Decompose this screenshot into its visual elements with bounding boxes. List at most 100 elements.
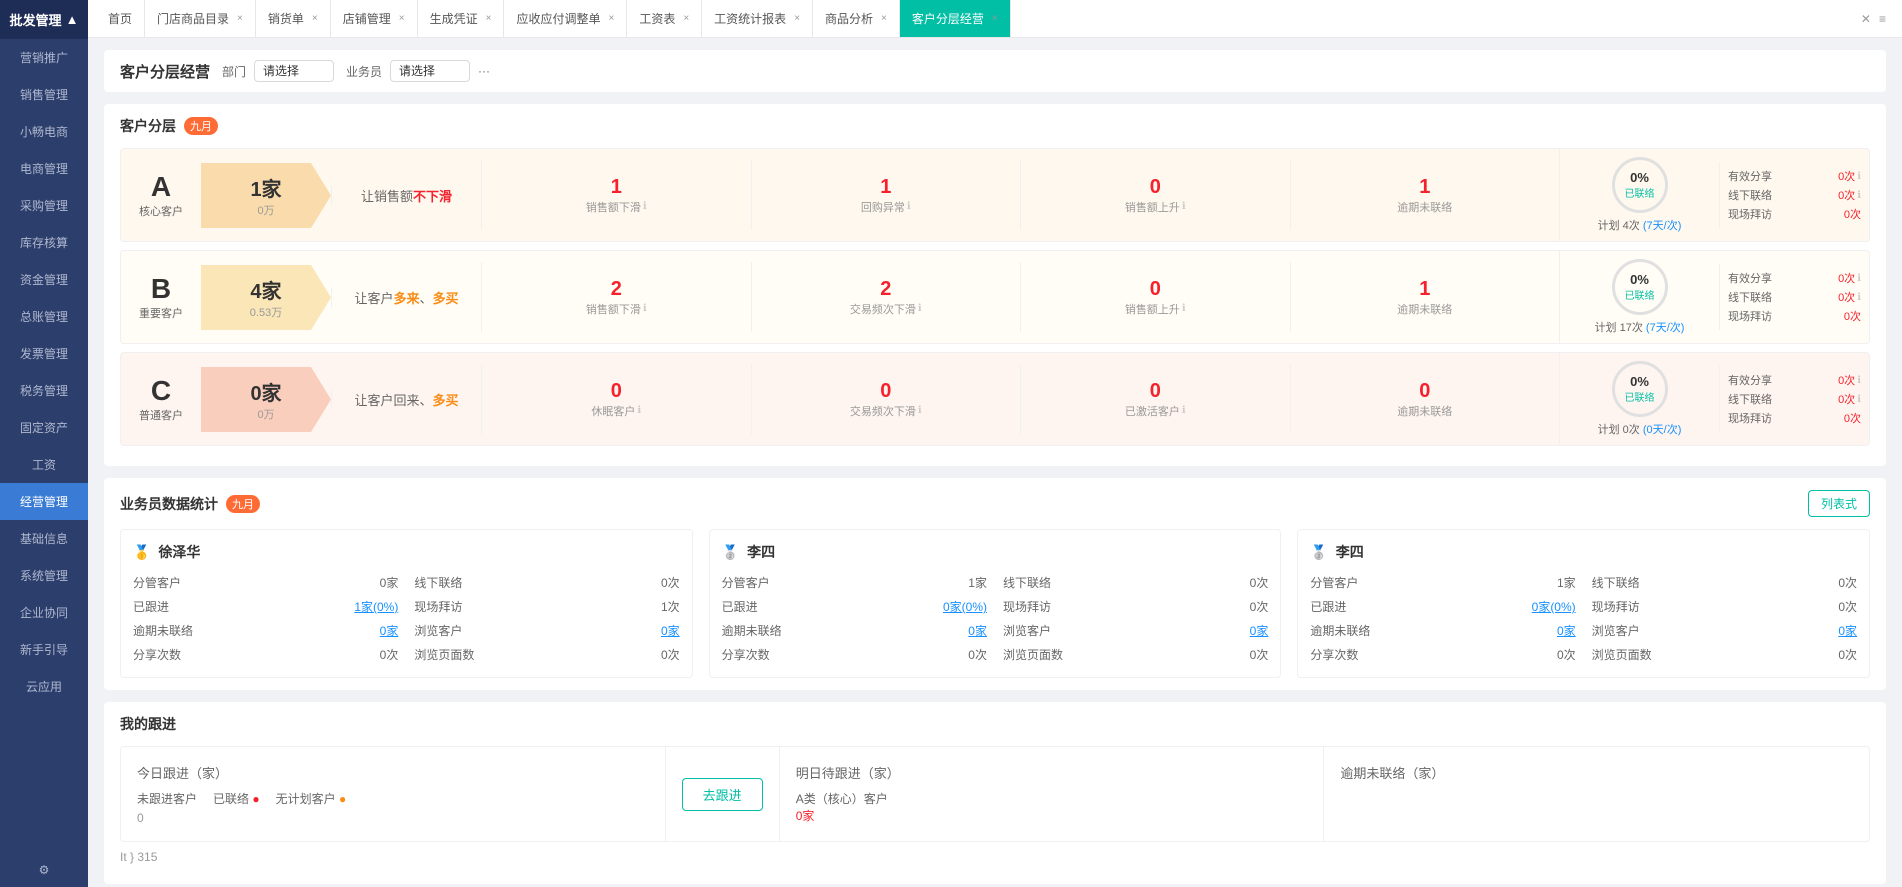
contact-freq-link-B[interactable]: (7天/次) [1646, 322, 1685, 334]
tab-close-生成凭证[interactable]: × [486, 13, 492, 24]
sidebar-item-企业协同[interactable]: 企业协同 [0, 594, 88, 631]
sidebar-item-固定资产[interactable]: 固定资产 [0, 409, 88, 446]
sidebar-item-电商管理[interactable]: 电商管理 [0, 150, 88, 187]
tab-商品分析[interactable]: 商品分析× [813, 0, 900, 38]
tab-close-商品分析[interactable]: × [881, 13, 887, 24]
tier-stat-A-1[interactable]: 1回购异常ℹ [752, 160, 1022, 230]
info-icon[interactable]: ℹ [643, 201, 647, 212]
more-icon[interactable]: ··· [478, 64, 490, 78]
tier-stat-B-3[interactable]: 1逾期未联络 [1291, 262, 1560, 332]
tab-close-销货单[interactable]: × [312, 13, 318, 24]
staff-stat-link-r-1-2[interactable]: 0家 [1250, 622, 1269, 639]
today-followup-stats: 未跟进客户 已联络 ● 无计划客户 ● [137, 790, 649, 807]
tier-stat-A-2[interactable]: 0销售额上升ℹ [1021, 160, 1291, 230]
main-area: 首页门店商品目录×销货单×店铺管理×生成凭证×应收应付调整单×工资表×工资统计报… [88, 0, 1902, 887]
today-followup-card: 今日跟进（家） 未跟进客户 已联络 ● 无计划客户 ● 0 [121, 747, 666, 841]
tab-销货单[interactable]: 销货单× [256, 0, 331, 38]
info-icon[interactable]: ℹ [643, 303, 647, 314]
sidebar-item-总账管理[interactable]: 总账管理 [0, 298, 88, 335]
tab-close-工资表[interactable]: × [683, 13, 689, 24]
go-followup-btn[interactable]: 去跟进 [682, 778, 763, 811]
tab-店铺管理[interactable]: 店铺管理× [331, 0, 418, 38]
tab-生成凭证[interactable]: 生成凭证× [418, 0, 505, 38]
info-icon[interactable]: ℹ [637, 405, 641, 416]
staff-stat-link-1-1[interactable]: 0家(0%) [943, 598, 987, 615]
staff-right-label-2-3: 浏览页面数 [1592, 646, 1652, 663]
tab-menu-icon[interactable]: ≡ [1879, 12, 1886, 26]
sidebar-item-云应用[interactable]: 云应用 [0, 668, 88, 705]
tab-工资统计报表[interactable]: 工资统计报表× [702, 0, 813, 38]
followup-section: 我的跟进 今日跟进（家） 未跟进客户 已联络 ● 无计划客户 ● 0 去跟进 明… [104, 702, 1886, 884]
sidebar-item-新手引导[interactable]: 新手引导 [0, 631, 88, 668]
sidebar-item-库存核算[interactable]: 库存核算 [0, 224, 88, 261]
staff-grid: 🥇徐泽华分管客户0家已跟进1家(0%)逾期未联络0家分享次数0次线下联络0次现场… [120, 529, 1870, 678]
tier-stat-A-0[interactable]: 1销售额下滑ℹ [482, 160, 752, 230]
tab-close-应收应付调整单[interactable]: × [608, 13, 614, 24]
sidebar-item-小畅电商[interactable]: 小畅电商 [0, 113, 88, 150]
tab-close-门店商品目录[interactable]: × [237, 13, 243, 24]
tab-close-all-icon[interactable]: ✕ [1861, 12, 1871, 26]
sidebar-settings[interactable]: ⚙ [0, 853, 88, 887]
info-icon[interactable]: ℹ [1182, 201, 1186, 212]
sidebar-item-营销推广[interactable]: 营销推广 [0, 39, 88, 76]
sidebar-item-工资[interactable]: 工资 [0, 446, 88, 483]
tab-close-工资统计报表[interactable]: × [794, 13, 800, 24]
info-icon[interactable]: ℹ [918, 405, 922, 416]
sidebar-item-发票管理[interactable]: 发票管理 [0, 335, 88, 372]
contact-freq-link-C[interactable]: (0天/次) [1643, 424, 1682, 436]
side-stat-C-1: 线下联络0次ℹ [1728, 391, 1861, 407]
tab-应收应付调整单[interactable]: 应收应付调整单× [504, 0, 627, 38]
tab-close-客户分层经营[interactable]: × [992, 13, 998, 24]
sidebar-item-基础信息[interactable]: 基础信息 [0, 520, 88, 557]
sidebar-item-系统管理[interactable]: 系统管理 [0, 557, 88, 594]
staff-stat-link-r-2-2[interactable]: 0家 [1838, 622, 1857, 639]
info-icon[interactable]: ℹ [1857, 375, 1861, 386]
info-icon[interactable]: ℹ [1857, 190, 1861, 201]
info-icon[interactable]: ℹ [907, 201, 911, 212]
staff-stat-link-2-2[interactable]: 0家 [1557, 622, 1576, 639]
sidebar-item-资金管理[interactable]: 资金管理 [0, 261, 88, 298]
sidebar-collapse-icon[interactable]: ▲ [66, 12, 79, 27]
info-icon[interactable]: ℹ [1182, 405, 1186, 416]
tab-label-工资表: 工资表 [639, 10, 675, 27]
info-icon[interactable]: ℹ [1857, 273, 1861, 284]
tier-stat-B-2[interactable]: 0销售额上升ℹ [1021, 262, 1291, 332]
staff-stat-link-0-2[interactable]: 0家 [380, 622, 399, 639]
side-stat-A-1: 线下联络0次ℹ [1728, 187, 1861, 203]
contact-freq-link-A[interactable]: (7天/次) [1643, 220, 1682, 232]
sidebar-logo[interactable]: 批发管理 ▲ [0, 0, 88, 39]
info-icon[interactable]: ℹ [1857, 171, 1861, 182]
dept-select[interactable]: 请选择 [254, 60, 334, 82]
customer-tier-section: 客户分层 九月 A核心客户1家0万让销售额不下滑1销售额下滑ℹ1回购异常ℹ0销售… [104, 104, 1886, 466]
staff-stat-link-2-1[interactable]: 0家(0%) [1532, 598, 1576, 615]
tab-工资表[interactable]: 工资表 × [627, 0, 702, 38]
info-icon[interactable]: ℹ [1857, 292, 1861, 303]
tier-stat-A-3[interactable]: 1逾期未联络 [1291, 160, 1560, 230]
info-icon[interactable]: ℹ [1182, 303, 1186, 314]
info-icon[interactable]: ℹ [1857, 394, 1861, 405]
staff-left-row-2-1: 已跟进0家(0%) [1310, 596, 1575, 617]
sidebar-item-销售管理[interactable]: 销售管理 [0, 76, 88, 113]
sidebar-item-采购管理[interactable]: 采购管理 [0, 187, 88, 224]
tab-门店商品目录[interactable]: 门店商品目录× [145, 0, 256, 38]
tab-首页[interactable]: 首页 [96, 0, 145, 38]
tier-stat-B-1[interactable]: 2交易频次下滑ℹ [752, 262, 1022, 332]
tab-close-店铺管理[interactable]: × [399, 13, 405, 24]
tier-stat-C-3[interactable]: 0逾期未联络 [1291, 364, 1560, 434]
action-highlight: 多买 [433, 288, 459, 307]
sidebar-item-经营管理[interactable]: 经营管理 [0, 483, 88, 520]
staff-stat-link-1-2[interactable]: 0家 [968, 622, 987, 639]
staff-stat-link-0-1[interactable]: 1家(0%) [354, 598, 398, 615]
list-view-btn[interactable]: 列表式 [1808, 490, 1870, 517]
info-icon[interactable]: ℹ [918, 303, 922, 314]
staff-stat-link-r-0-2[interactable]: 0家 [661, 622, 680, 639]
tier-stat-C-2[interactable]: 0已激活客户ℹ [1021, 364, 1291, 434]
tier-stat-B-0[interactable]: 2销售额下滑ℹ [482, 262, 752, 332]
tier-stat-C-0[interactable]: 0休眠客户ℹ [482, 364, 752, 434]
staff-stat-val-1-left-0: 1家 [968, 574, 987, 591]
tier-stat-C-1[interactable]: 0交易频次下滑ℹ [752, 364, 1022, 434]
sidebar-item-税务管理[interactable]: 税务管理 [0, 372, 88, 409]
staff-right-row-2-3: 浏览页面数0次 [1592, 644, 1857, 665]
tab-客户分层经营[interactable]: 客户分层经营× [900, 0, 1011, 38]
staff-select[interactable]: 请选择 [390, 60, 470, 82]
